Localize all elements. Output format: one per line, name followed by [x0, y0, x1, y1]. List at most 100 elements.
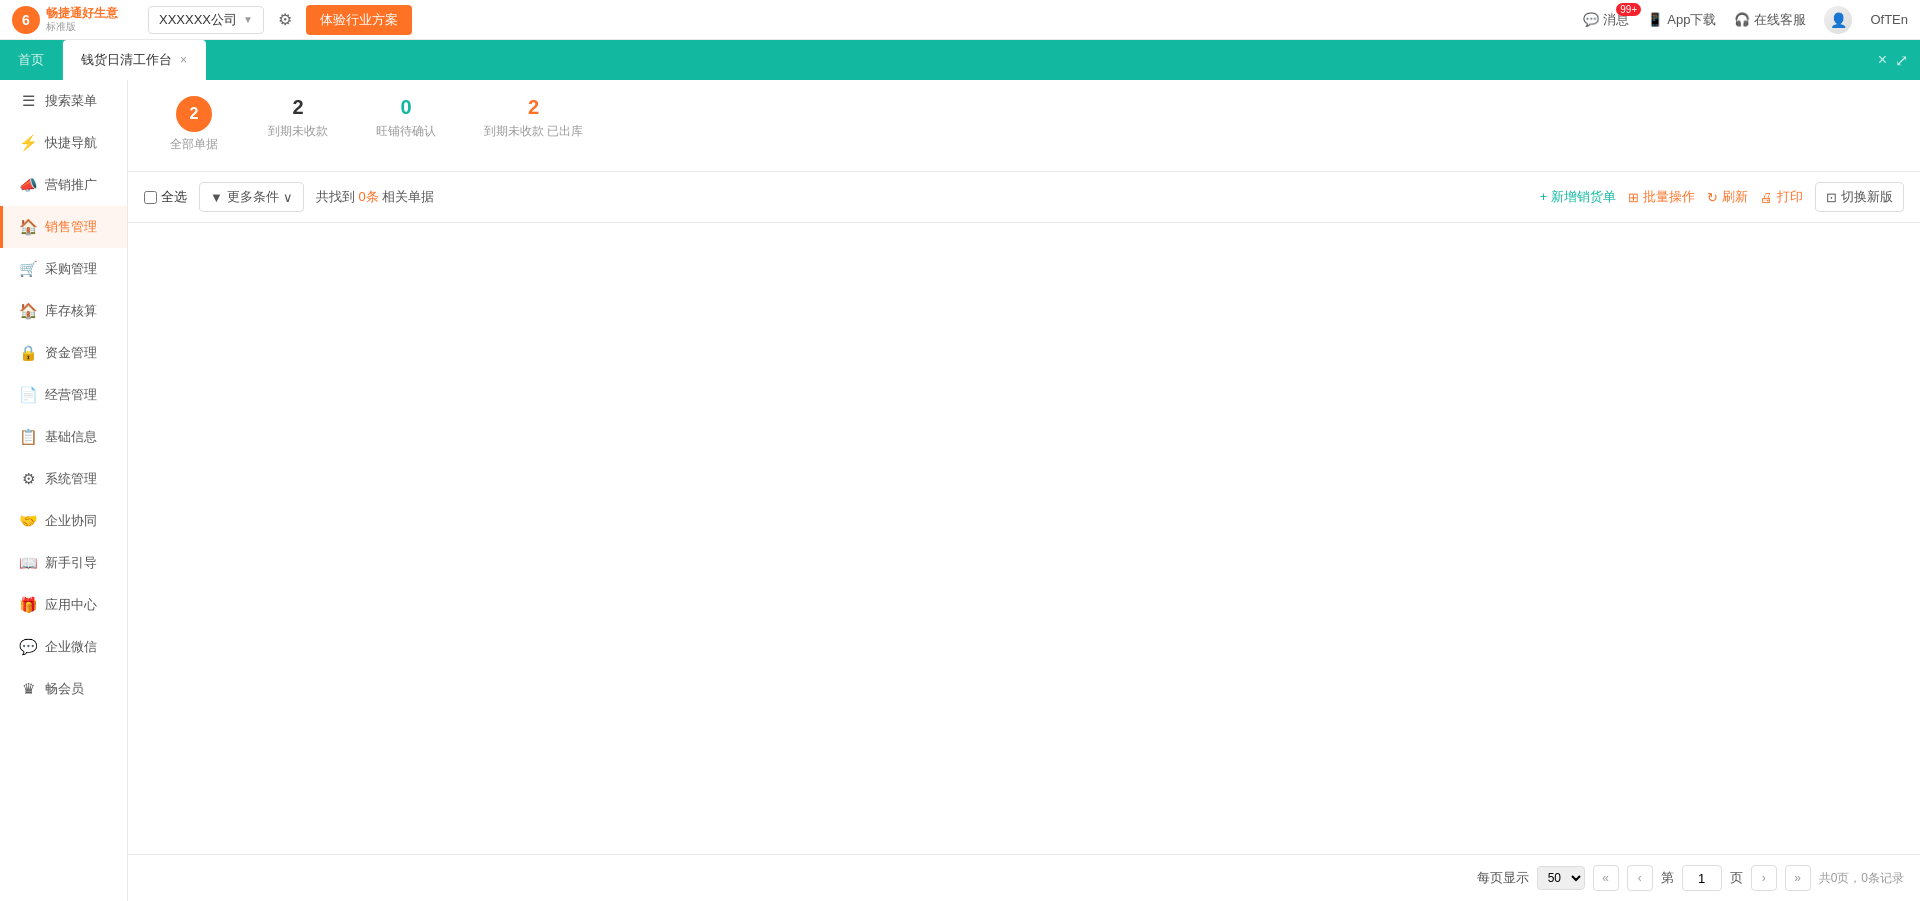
sidebar-item-beginner[interactable]: 📖 新手引导: [0, 542, 127, 584]
message-icon: 💬: [1583, 12, 1599, 27]
toolbar-right: + 新增销货单 ⊞ 批量操作 ↻ 刷新 🖨 打印 ⊡ 切换新版: [1540, 182, 1904, 212]
tab-workbench-label: 钱货日清工作台: [81, 51, 172, 69]
sidebar-item-quick-nav[interactable]: ⚡ 快捷导航: [0, 122, 127, 164]
sidebar-finance-label: 资金管理: [45, 344, 97, 362]
tab-home[interactable]: 首页: [0, 40, 63, 80]
stat-label-overdue: 到期未收款: [268, 123, 328, 140]
system-icon: ⚙: [19, 470, 37, 488]
tab-shrink-icon[interactable]: ×: [1878, 51, 1887, 69]
page-next-button[interactable]: ›: [1751, 865, 1777, 891]
found-prefix: 共找到: [316, 189, 355, 204]
sidebar-search-label: 搜索菜单: [45, 92, 97, 110]
logo-text: 畅捷通好生意 标准版: [46, 6, 118, 32]
refresh-icon: ↻: [1707, 190, 1718, 205]
print-button[interactable]: 🖨 打印: [1760, 188, 1803, 206]
tab-expand-icon[interactable]: ⤢: [1895, 51, 1908, 70]
add-sale-button[interactable]: + 新增销货单: [1540, 188, 1616, 206]
found-count: 0条: [359, 189, 379, 204]
sidebar-item-wechat[interactable]: 💬 企业微信: [0, 626, 127, 668]
sidebar-item-basic-info[interactable]: 📋 基础信息: [0, 416, 127, 458]
stat-num-overdue: 2: [268, 96, 328, 119]
stat-tab-wangpu[interactable]: 0 旺铺待确认: [352, 80, 460, 171]
sales-icon: 🏠: [19, 218, 37, 236]
table-area: [128, 223, 1920, 854]
beginner-icon: 📖: [19, 554, 37, 572]
stats-tabs: 2 全部单据 2 到期未收款 0 旺铺待确认 2 到期未收款 已出库: [128, 80, 1920, 172]
tab-nav: 首页 钱货日清工作台 × × ⤢: [0, 40, 1920, 80]
sidebar-item-system[interactable]: ⚙ 系统管理: [0, 458, 127, 500]
page-input[interactable]: [1682, 865, 1722, 891]
sidebar-item-sales[interactable]: 🏠 销售管理: [0, 206, 127, 248]
stat-tab-overdue-unpaid[interactable]: 2 到期未收款: [244, 80, 352, 171]
refresh-label: 刷新: [1722, 188, 1748, 206]
filter-button[interactable]: ▼ 更多条件 ∨: [199, 182, 304, 212]
marketing-icon: 📣: [19, 176, 37, 194]
sidebar-item-enterprise[interactable]: 🤝 企业协同: [0, 500, 127, 542]
stat-num-wangpu: 0: [376, 96, 436, 119]
tab-workbench[interactable]: 钱货日清工作台 ×: [63, 40, 206, 80]
online-service-label: 在线客服: [1754, 11, 1806, 29]
enterprise-icon: 🤝: [19, 512, 37, 530]
main-layout: ☰ 搜索菜单 ⚡ 快捷导航 📣 营销推广 🏠 销售管理 🛒 采购管理 🏠 库存核…: [0, 80, 1920, 901]
sidebar-inventory-label: 库存核算: [45, 302, 97, 320]
toolbar: 全选 ▼ 更多条件 ∨ 共找到 0条 相关单据 + 新增销货单 ⊞ 批量操作 ↻: [128, 172, 1920, 223]
page-label: 第: [1661, 869, 1674, 887]
per-page-select[interactable]: 50: [1537, 866, 1585, 890]
sidebar-quick-nav-label: 快捷导航: [45, 134, 97, 152]
stat-tab-overdue-unshipped[interactable]: 2 到期未收款 已出库: [460, 80, 607, 171]
tab-close-button[interactable]: ×: [180, 53, 187, 67]
sidebar-item-finance[interactable]: 🔒 资金管理: [0, 332, 127, 374]
stat-num-all: 2: [176, 96, 212, 132]
finance-icon: 🔒: [19, 344, 37, 362]
messages-nav[interactable]: 💬 消息 99+: [1583, 11, 1629, 29]
trial-button[interactable]: 体验行业方案: [306, 5, 412, 35]
content-area: 2 全部单据 2 到期未收款 0 旺铺待确认 2 到期未收款 已出库 全选: [128, 80, 1920, 901]
refresh-button[interactable]: ↻ 刷新: [1707, 188, 1748, 206]
sidebar-item-search-menu[interactable]: ☰ 搜索菜单: [0, 80, 127, 122]
online-service-nav[interactable]: 🎧 在线客服: [1734, 11, 1806, 29]
stat-tab-all[interactable]: 2 全部单据: [144, 80, 244, 171]
stat-label-all: 全部单据: [168, 136, 220, 153]
sidebar-basic-info-label: 基础信息: [45, 428, 97, 446]
username-display[interactable]: OfTEn: [1870, 12, 1908, 27]
search-menu-icon: ☰: [19, 92, 37, 110]
messages-badge: 99+: [1616, 3, 1641, 16]
avatar[interactable]: 👤: [1824, 6, 1852, 34]
page-first-button[interactable]: «: [1593, 865, 1619, 891]
select-all-label: 全选: [161, 188, 187, 206]
print-icon: 🖨: [1760, 190, 1773, 205]
filter-arrow-icon: ∨: [283, 190, 293, 205]
username-text: OfTEn: [1870, 12, 1908, 27]
page-last-button[interactable]: »: [1785, 865, 1811, 891]
tab-home-label: 首页: [18, 51, 44, 69]
page-prev-button[interactable]: ‹: [1627, 865, 1653, 891]
select-all-input[interactable]: [144, 191, 157, 204]
sidebar-beginner-label: 新手引导: [45, 554, 97, 572]
company-selector[interactable]: XXXXXX公司 ▼: [148, 6, 264, 34]
sidebar: ☰ 搜索菜单 ⚡ 快捷导航 📣 营销推广 🏠 销售管理 🛒 采购管理 🏠 库存核…: [0, 80, 128, 901]
batch-button[interactable]: ⊞ 批量操作: [1628, 188, 1695, 206]
stat-label-unshipped: 到期未收款 已出库: [484, 123, 583, 140]
settings-button[interactable]: ⚙: [274, 6, 296, 33]
inventory-icon: 🏠: [19, 302, 37, 320]
avatar-placeholder: 👤: [1824, 6, 1852, 34]
operations-icon: 📄: [19, 386, 37, 404]
switch-version-button[interactable]: ⊡ 切换新版: [1815, 182, 1904, 212]
wechat-icon: 💬: [19, 638, 37, 656]
sidebar-item-purchase[interactable]: 🛒 采购管理: [0, 248, 127, 290]
switch-icon: ⊡: [1826, 190, 1837, 205]
sidebar-item-inventory[interactable]: 🏠 库存核算: [0, 290, 127, 332]
sidebar-app-center-label: 应用中心: [45, 596, 97, 614]
sidebar-marketing-label: 营销推广: [45, 176, 97, 194]
print-label: 打印: [1777, 188, 1803, 206]
select-all-checkbox[interactable]: 全选: [144, 188, 187, 206]
app-download-nav[interactable]: 📱 App下载: [1647, 11, 1716, 29]
sidebar-item-app-center[interactable]: 🎁 应用中心: [0, 584, 127, 626]
sidebar-item-operations[interactable]: 📄 经营管理: [0, 374, 127, 416]
total-text: 共0页，0条记录: [1819, 870, 1904, 887]
sidebar-item-member[interactable]: ♛ 畅会员: [0, 668, 127, 710]
sidebar-item-marketing[interactable]: 📣 营销推广: [0, 164, 127, 206]
found-text: 共找到 0条 相关单据: [316, 188, 434, 206]
sidebar-sales-label: 销售管理: [45, 218, 97, 236]
page-suffix: 页: [1730, 869, 1743, 887]
